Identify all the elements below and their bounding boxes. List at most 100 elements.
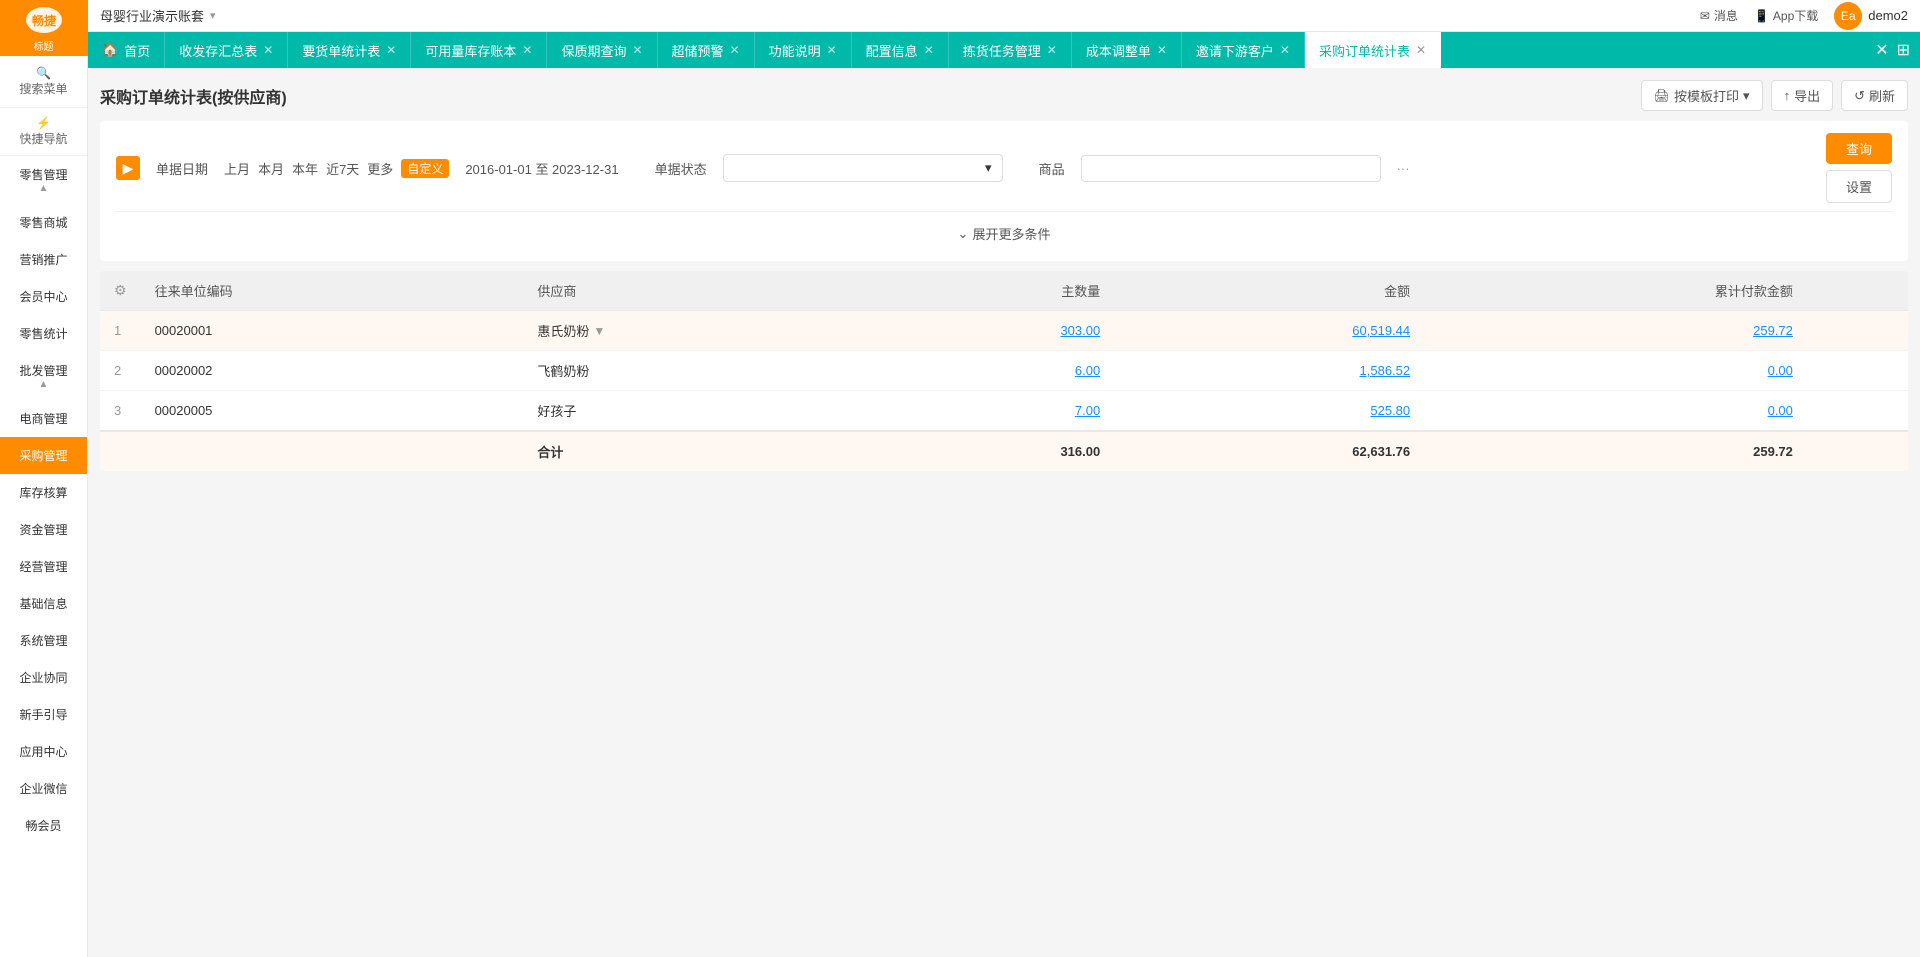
close-tab-icon[interactable]: ✕ [522,43,532,57]
sidebar-item-finance[interactable]: 资金管理 [0,511,87,548]
print-button[interactable]: 🖨 按模板打印 ▾ [1641,80,1763,111]
app-download-label: App下载 [1773,7,1818,24]
status-filter-label: 单据状态 [655,159,707,178]
sidebar-item-wechat[interactable]: 企业微信 [0,770,87,807]
close-tab-icon[interactable]: ✕ [924,43,934,57]
sidebar-quicknav[interactable]: ⚡ 快捷导航 [0,108,87,156]
sidebar-item-label: 采购管理 [19,447,67,464]
tab-label: 保质期查询 [561,41,626,60]
table-row[interactable]: 3 00020005 好孩子 7.00 525.80 0.00 [100,391,1908,432]
sidebar-item-member[interactable]: 会员中心 [0,278,87,315]
export-button[interactable]: ↑ 导出 [1771,80,1834,111]
tab-config[interactable]: 配置信息 ✕ [852,32,949,68]
date-range-display: 2016-01-01 至 2023-12-31 [465,159,618,178]
page-actions: 🖨 按模板打印 ▾ ↑ 导出 ↺ 刷新 [1641,80,1909,111]
close-tab-icon[interactable]: ✕ [1047,43,1057,57]
status-select[interactable]: ▾ [723,154,1003,182]
close-tab-icon[interactable]: ✕ [730,43,740,57]
tab-label: 要货单统计表 [302,41,380,60]
tab-func-desc[interactable]: 功能说明 ✕ [755,32,852,68]
expand-label: 展开更多条件 [972,224,1050,243]
account-selector[interactable]: 母婴行业演示账套 ▾ [100,6,216,25]
sidebar-item-system[interactable]: 系统管理 [0,622,87,659]
row-qty[interactable]: 6.00 [870,351,1115,391]
gear-icon[interactable]: ⚙ [114,282,127,298]
topbar: 母婴行业演示账套 ▾ ✉ 消息 📱 App下载 Ea demo2 [88,0,1920,32]
sidebar-item-purchase[interactable]: 采购管理 [0,437,87,474]
tab-stock-summary[interactable]: 收发存汇总表 ✕ [165,32,288,68]
close-tab-icon[interactable]: ✕ [632,43,642,57]
message-label: 消息 [1714,7,1738,24]
date-opt-this-month[interactable]: 本月 [258,159,284,178]
row-paid[interactable]: 0.00 [1424,391,1807,432]
tab-invite-customer[interactable]: 邀请下游客户 ✕ [1182,32,1305,68]
tab-cost-adjust[interactable]: 成本调整单 ✕ [1072,32,1182,68]
row-amount[interactable]: 525.80 [1114,391,1424,432]
message-button[interactable]: ✉ 消息 [1700,7,1738,24]
sidebar-item-basic-info[interactable]: 基础信息 [0,585,87,622]
close-tab-icon[interactable]: ✕ [827,43,837,57]
user-profile[interactable]: Ea demo2 [1834,2,1908,30]
print-label: 按模板打印 [1674,86,1739,105]
row-amount[interactable]: 1,586.52 [1114,351,1424,391]
date-opt-7days[interactable]: 近7天 [326,159,359,178]
sidebar-item-wholesale[interactable]: 批发管理 ▲ [0,352,87,400]
expand-filter-button[interactable]: ⌄ 展开更多条件 [958,218,1051,249]
table-row[interactable]: 1 00020001 惠氏奶粉 ▼ 303.00 60,519.44 259.7… [100,311,1908,351]
tab-overstock[interactable]: 超储预警 ✕ [658,32,755,68]
tab-order-stats[interactable]: 要货单统计表 ✕ [288,32,411,68]
tab-purchase-order-stats[interactable]: 采购订单统计表 ✕ [1305,32,1441,68]
tab-home[interactable]: 🏠 首页 [88,32,165,68]
close-tab-icon[interactable]: ✕ [1157,43,1167,57]
more-dots-icon[interactable]: ··· [1397,161,1410,176]
sidebar-item-operations[interactable]: 经营管理 [0,548,87,585]
tab-label: 功能说明 [769,41,821,60]
settings-button[interactable]: 设置 [1826,170,1892,203]
row-extra [1807,351,1908,391]
row-qty[interactable]: 7.00 [870,391,1115,432]
refresh-button[interactable]: ↺ 刷新 [1841,80,1908,111]
col-amount: 金额 [1114,271,1424,311]
date-opt-last-month[interactable]: 上月 [224,159,250,178]
filter-row-1: ▶ 单据日期 上月 本月 本年 近7天 更多 自定义 2016-01-01 至 … [116,133,1892,203]
table-row[interactable]: 2 00020002 飞鹤奶粉 6.00 1,586.52 0.00 [100,351,1908,391]
tab-pick-task[interactable]: 拣货任务管理 ✕ [949,32,1072,68]
close-tab-icon[interactable]: ✕ [263,43,273,57]
date-opt-more[interactable]: 更多 [367,159,393,178]
chevron-down-icon: ▾ [1743,88,1750,104]
sidebar-item-inventory[interactable]: 库存核算 [0,474,87,511]
row-amount[interactable]: 60,519.44 [1114,311,1424,351]
tab-expiry[interactable]: 保质期查询 ✕ [547,32,657,68]
sidebar-item-ecommerce[interactable]: 电商管理 [0,400,87,437]
date-custom-badge[interactable]: 自定义 [401,159,449,178]
tab-label: 配置信息 [866,41,918,60]
sidebar-search[interactable]: 🔍 搜索菜单 [0,56,87,108]
query-button[interactable]: 查询 [1826,133,1892,164]
sidebar-item-label: 零售商城 [19,214,67,231]
sidebar-item-retail-mall[interactable]: 零售商城 [0,204,87,241]
sidebar-item-guide[interactable]: 新手引导 [0,696,87,733]
sidebar-item-retail-stats[interactable]: 零售统计 [0,315,87,352]
sidebar-item-member2[interactable]: 畅会员 [0,807,87,844]
footer-label: 合计 [523,431,869,471]
row-paid[interactable]: 259.72 [1424,311,1807,351]
close-tab-icon[interactable]: ✕ [1280,43,1290,57]
expand-arrow-icon[interactable]: ▼ [593,324,605,338]
sidebar-item-appstore[interactable]: 应用中心 [0,733,87,770]
goods-filter-input[interactable] [1081,155,1381,182]
tab-label: 成本调整单 [1086,41,1151,60]
sidebar-item-retail-mgmt[interactable]: 零售管理 ▲ [0,156,87,204]
tab-available-stock[interactable]: 可用量库存账本 ✕ [411,32,547,68]
col-gear: ⚙ [100,271,141,311]
filter-toggle-button[interactable]: ▶ [116,156,140,180]
sidebar-item-marketing[interactable]: 营销推广 [0,241,87,278]
close-tab-icon[interactable]: ✕ [386,43,396,57]
close-all-tabs-button[interactable]: ✕ [1875,40,1888,60]
app-download-button[interactable]: 📱 App下载 [1754,7,1818,24]
row-qty[interactable]: 303.00 [870,311,1115,351]
row-paid[interactable]: 0.00 [1424,351,1807,391]
expand-tabs-button[interactable]: ⊞ [1897,40,1910,60]
date-opt-this-year[interactable]: 本年 [292,159,318,178]
sidebar-item-collab[interactable]: 企业协同 [0,659,87,696]
close-tab-icon[interactable]: ✕ [1416,43,1426,57]
